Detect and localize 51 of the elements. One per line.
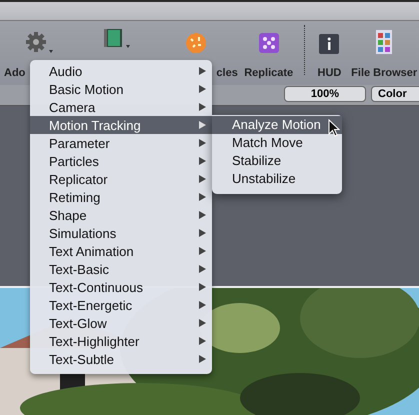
menu-item[interactable]: Simulations: [30, 224, 212, 242]
toolbar-label[interactable]: HUD: [318, 67, 342, 79]
menu-item[interactable]: Text-Highlighter: [30, 332, 212, 350]
popup-button[interactable]: 100%: [284, 86, 366, 102]
menu-item[interactable]: Text Animation: [30, 242, 212, 260]
menu-item[interactable]: Text-Subtle: [30, 350, 212, 368]
submenu-arrow-icon: [199, 283, 206, 291]
menu-item[interactable]: Text-Basic: [30, 260, 212, 278]
submenu-arrow-icon: [199, 355, 206, 363]
file-browser-icon[interactable]: [374, 29, 394, 55]
menu-item[interactable]: Audio: [30, 62, 212, 80]
submenu-arrow-icon: [199, 139, 206, 147]
gear-icon[interactable]: [24, 31, 55, 55]
menu-item[interactable]: Shape: [30, 206, 212, 224]
menu-item[interactable]: Retiming: [30, 188, 212, 206]
submenu-arrow-icon: [199, 211, 206, 219]
submenu-arrow-icon: [199, 121, 206, 129]
info-icon[interactable]: [318, 33, 340, 55]
toolbar-label[interactable]: Ado: [0, 67, 26, 79]
submenu-arrow-icon: [199, 175, 206, 183]
submenu-arrow-icon: [199, 247, 206, 255]
submenu-arrow-icon: [199, 85, 206, 93]
submenu-arrow-icon: [199, 265, 206, 273]
submenu-arrow-icon: [199, 157, 206, 165]
menu-item[interactable]: Match Move: [212, 134, 342, 152]
submenu-arrow-icon: [199, 229, 206, 237]
popup-button[interactable]: Color: [371, 86, 419, 102]
menu-item[interactable]: Basic Motion: [30, 80, 212, 98]
menu-item[interactable]: Replicator: [30, 170, 212, 188]
submenu-arrow-icon: [199, 67, 206, 75]
submenu-arrow-icon: [199, 301, 206, 309]
toolbar-label[interactable]: cles: [216, 67, 238, 79]
menu-item[interactable]: Text-Continuous: [30, 278, 212, 296]
toolbar-label[interactable]: File Browser: [351, 67, 418, 79]
menu-item[interactable]: Camera: [30, 98, 212, 116]
submenu-arrow-icon: [199, 103, 206, 111]
menu-item[interactable]: Particles: [30, 152, 212, 170]
replicate-icon[interactable]: [256, 31, 281, 55]
menu-item[interactable]: Unstabilize: [212, 170, 342, 188]
menu-item[interactable]: Stabilize: [212, 152, 342, 170]
cursor-icon: [328, 119, 340, 137]
submenu-arrow-icon: [199, 337, 206, 345]
menu-item[interactable]: Text-Energetic: [30, 296, 212, 314]
menu-item[interactable]: Parameter: [30, 134, 212, 152]
toolbar-label[interactable]: Replicate: [244, 67, 294, 79]
film-icon[interactable]: [102, 26, 132, 50]
submenu-arrow-icon: [199, 319, 206, 327]
menu-item[interactable]: Text-Glow: [30, 314, 212, 332]
menu-item[interactable]: Analyze Motion: [212, 116, 342, 134]
submenu-arrow-icon: [199, 193, 206, 201]
menu-item[interactable]: Motion Tracking: [30, 116, 212, 134]
